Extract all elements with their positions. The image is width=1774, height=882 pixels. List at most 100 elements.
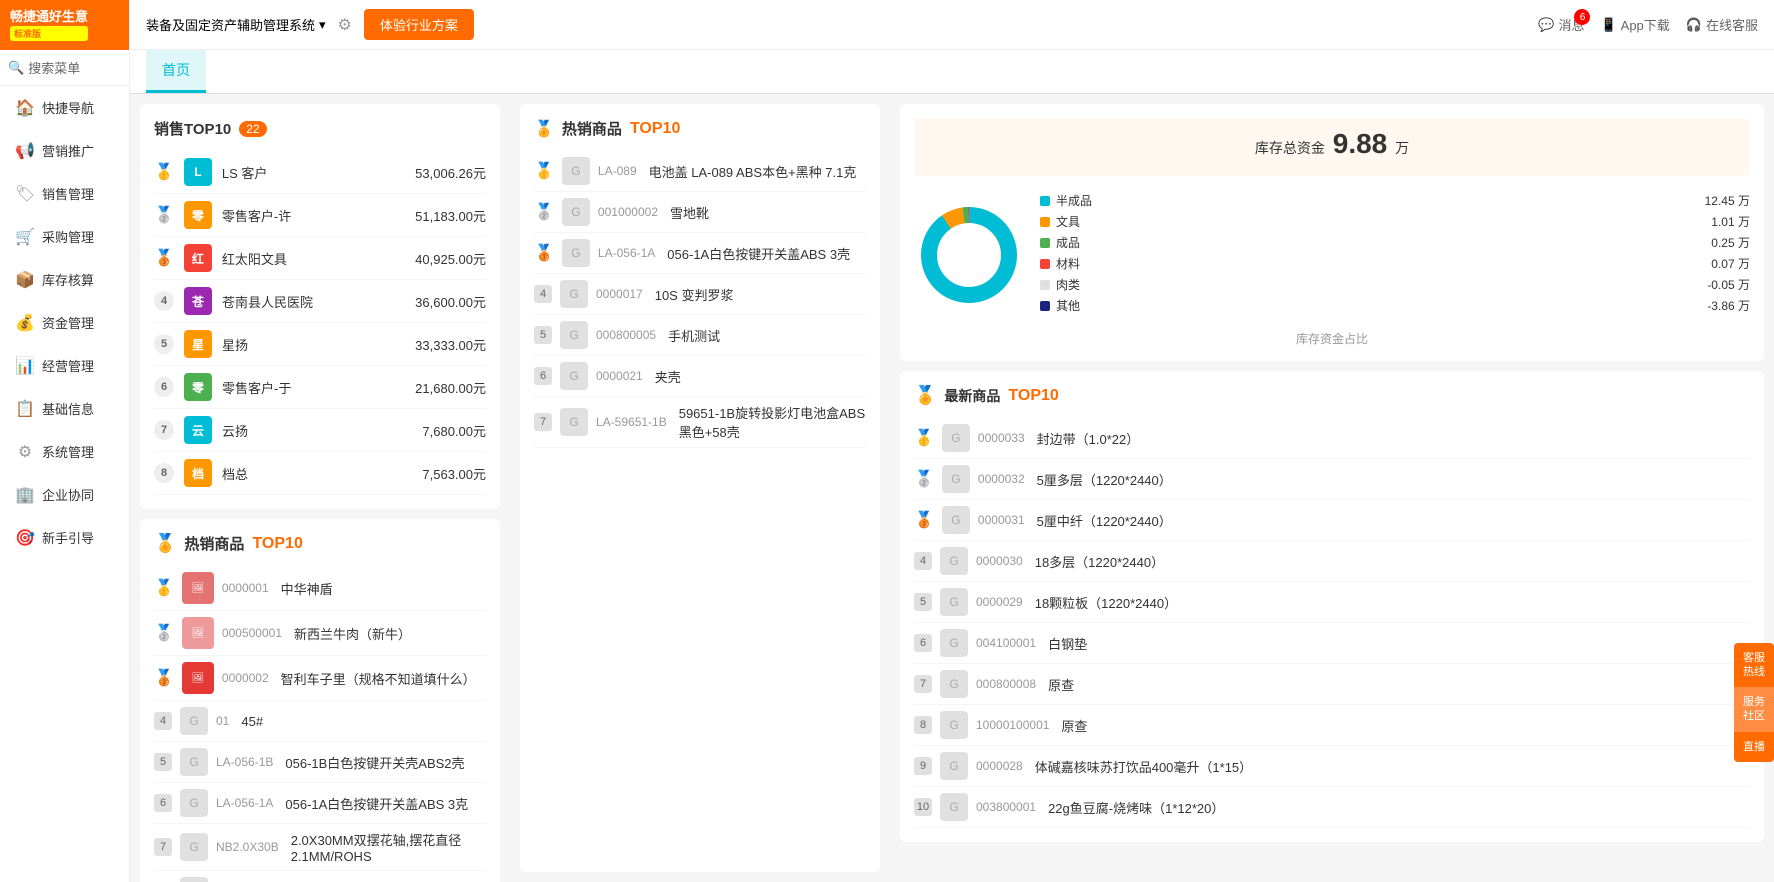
search-menu[interactable]: 🔍 搜索菜单 — [0, 50, 129, 86]
notification-icon: 💬 — [1538, 17, 1554, 33]
legend-dot — [1040, 259, 1050, 269]
new-medal-icon: 🏅 — [914, 385, 936, 406]
ns-code-4: 0000017 — [596, 287, 643, 301]
customer-value-4: 36,600.00元 — [415, 292, 486, 311]
ns-code-1: LA-089 — [598, 164, 637, 178]
customer-avatar-5: 星 — [184, 330, 212, 358]
nav-icon-guide: 🎯 — [16, 529, 34, 547]
hot-rank-num-4: 4 — [154, 712, 172, 730]
notification-badge: 6 — [1574, 9, 1590, 25]
product-avatar-6: G — [180, 789, 208, 817]
customer-rank-item: 🥇 L LS 客户 53,006.26元 — [154, 151, 486, 194]
online-service-label: 在线客服 — [1706, 15, 1758, 34]
float-btn-live[interactable]: 直播 — [1734, 732, 1774, 762]
np-code-8: 10000100001 — [976, 718, 1049, 732]
customer-value-5: 33,333.00元 — [415, 335, 486, 354]
float-btn-service[interactable]: 客服热线 — [1734, 643, 1774, 688]
np-name-4: 18多层（1220*2440） — [1035, 552, 1164, 571]
system-title-selector[interactable]: 装备及固定资产辅助管理系统 ▾ — [146, 15, 326, 34]
np-avatar-5: G — [940, 588, 968, 616]
np-name-6: 白钢垫 — [1048, 634, 1087, 653]
legend-dot — [1040, 301, 1050, 311]
sidebar-item-inventory[interactable]: 📦 库存核算 — [0, 258, 129, 301]
np-code-3: 0000031 — [978, 513, 1025, 527]
phone-icon: 📱 — [1600, 17, 1616, 33]
inventory-legend: 半成品 12.45 万 文具 1.01 万 成品 0.25 万 材料 0.07 … — [1040, 192, 1750, 318]
notification-item[interactable]: 💬 消息 6 — [1538, 15, 1584, 34]
nav-label-inventory: 库存核算 — [42, 270, 94, 289]
nav-icon-marketing: 📢 — [16, 142, 34, 160]
hot-product-item: 7 G NB2.0X30B 2.0X30MM双摆花轴,摆花直径2.1MM/ROH… — [154, 824, 486, 871]
customer-value-1: 53,006.26元 — [415, 163, 486, 182]
new-products-title-row: 🏅 最新商品 TOP10 — [914, 385, 1750, 406]
topbar-icons: 💬 消息 6 📱 App下载 🎧 在线客服 — [1538, 15, 1758, 34]
np-rank-num-6: 6 — [914, 634, 932, 652]
nav-icon-purchase: 🛒 — [16, 228, 34, 246]
hot-product-name-7: 2.0X30MM双摆花轴,摆花直径2.1MM/ROHS — [291, 830, 486, 864]
nav-label-purchase: 采购管理 — [42, 227, 94, 246]
sidebar-item-system[interactable]: ⚙ 系统管理 — [0, 430, 129, 473]
customer-rank-item: 🥉 红 红太阳文具 40,925.00元 — [154, 237, 486, 280]
hot-product-item: 4 G 01 45# — [154, 701, 486, 742]
np-avatar-9: G — [940, 752, 968, 780]
sidebar-item-guide[interactable]: 🎯 新手引导 — [0, 516, 129, 559]
np-name-5: 18颗粒板（1220*2440） — [1035, 593, 1177, 612]
customer-value-7: 7,680.00元 — [422, 421, 486, 440]
new-sold-item: 5 G 000800005 手机测试 — [534, 315, 866, 356]
nav-label-quick: 快捷导航 — [42, 98, 94, 117]
new-product-item: 6 G 004100001 白钢垫 — [914, 623, 1750, 664]
medal-icon: 🏅 — [154, 533, 176, 554]
hot-rank-num-5: 5 — [154, 753, 172, 771]
new-sold-item: 7 G LA-59651-1B 59651-1B旋转投影灯电池盒ABS黑色+58… — [534, 397, 866, 448]
np-medal-1: 🥇 — [914, 428, 934, 448]
np-rank-num-7: 7 — [914, 675, 932, 693]
np-name-7: 原查 — [1048, 675, 1074, 694]
hot-medal-1: 🥇 — [154, 578, 174, 598]
sidebar-item-sales[interactable]: 🏷 销售管理 — [0, 172, 129, 215]
customer-value-2: 51,183.00元 — [415, 206, 486, 225]
float-btn-community[interactable]: 服务社区 — [1734, 687, 1774, 732]
np-code-4: 0000030 — [976, 554, 1023, 568]
ns-name-5: 手机测试 — [668, 326, 866, 345]
nav-label-operation: 经营管理 — [42, 356, 94, 375]
online-service-item[interactable]: 🎧 在线客服 — [1686, 15, 1758, 34]
hot-product-name-1: 中华神盾 — [281, 579, 333, 598]
nav-icon-sales: 🏷 — [16, 185, 34, 203]
hot-product-code-6: LA-056-1A — [216, 796, 273, 810]
new-product-list: 🥇 G 0000033 封边带（1.0*22） 🥈 G 0000032 5厘多层… — [914, 418, 1750, 828]
hot-product-item: 🥈 🖼 000500001 新西兰牛肉（新牛） — [154, 611, 486, 656]
sidebar-item-purchase[interactable]: 🛒 采购管理 — [0, 215, 129, 258]
main-area: 装备及固定资产辅助管理系统 ▾ ⚙ 体验行业方案 💬 消息 6 📱 App下载 … — [130, 0, 1774, 882]
new-products-label: 最新商品 — [944, 386, 1000, 406]
customer-name-5: 星扬 — [222, 335, 405, 354]
product-avatar-4: G — [180, 707, 208, 735]
tab-home[interactable]: 首页 — [146, 50, 206, 93]
hot-product-code-1: 0000001 — [222, 581, 269, 595]
topbar: 装备及固定资产辅助管理系统 ▾ ⚙ 体验行业方案 💬 消息 6 📱 App下载 … — [130, 0, 1774, 50]
new-sold-item: 6 G 0000021 夹壳 — [534, 356, 866, 397]
hot-products-card: 🏅 热销商品 TOP10 🥇 🖼 0000001 中华神盾 🥈 🖼 000500… — [140, 519, 500, 882]
hot-product-name-2: 新西兰牛肉（新牛） — [294, 624, 411, 643]
customer-avatar-2: 零 — [184, 201, 212, 229]
product-img-2: 🖼 — [182, 617, 214, 649]
ns-avatar-2: G — [562, 198, 590, 226]
sidebar-item-quick[interactable]: 🏠 快捷导航 — [0, 86, 129, 129]
hot-product-name-4: 45# — [241, 714, 263, 729]
medal-icon-rank-1: 🥇 — [154, 162, 174, 182]
app-download-item[interactable]: 📱 App下载 — [1600, 15, 1669, 34]
medal-icon-rank-2: 🥈 — [154, 205, 174, 225]
legend-label: 文具 — [1056, 213, 1705, 230]
sidebar-item-operation[interactable]: 📊 经营管理 — [0, 344, 129, 387]
hot-product-name-6: 056-1A白色按键开关盖ABS 3克 — [285, 794, 468, 813]
try-button[interactable]: 体验行业方案 — [364, 9, 474, 40]
settings-icon[interactable]: ⚙ — [338, 15, 352, 35]
rank-num-7: 7 — [154, 420, 174, 440]
customer-rank-item: 6 零 零售客户-于 21,680.00元 — [154, 366, 486, 409]
hot-product-name-3: 智利车子里（规格不知道填什么） — [281, 669, 476, 688]
ns-avatar-4: G — [560, 280, 588, 308]
sidebar-item-marketing[interactable]: 📢 营销推广 — [0, 129, 129, 172]
hot-product-code-7: NB2.0X30B — [216, 840, 279, 854]
sidebar-item-finance[interactable]: 💰 资金管理 — [0, 301, 129, 344]
sidebar-item-company[interactable]: 🏢 企业协同 — [0, 473, 129, 516]
sidebar-item-basic[interactable]: 📋 基础信息 — [0, 387, 129, 430]
